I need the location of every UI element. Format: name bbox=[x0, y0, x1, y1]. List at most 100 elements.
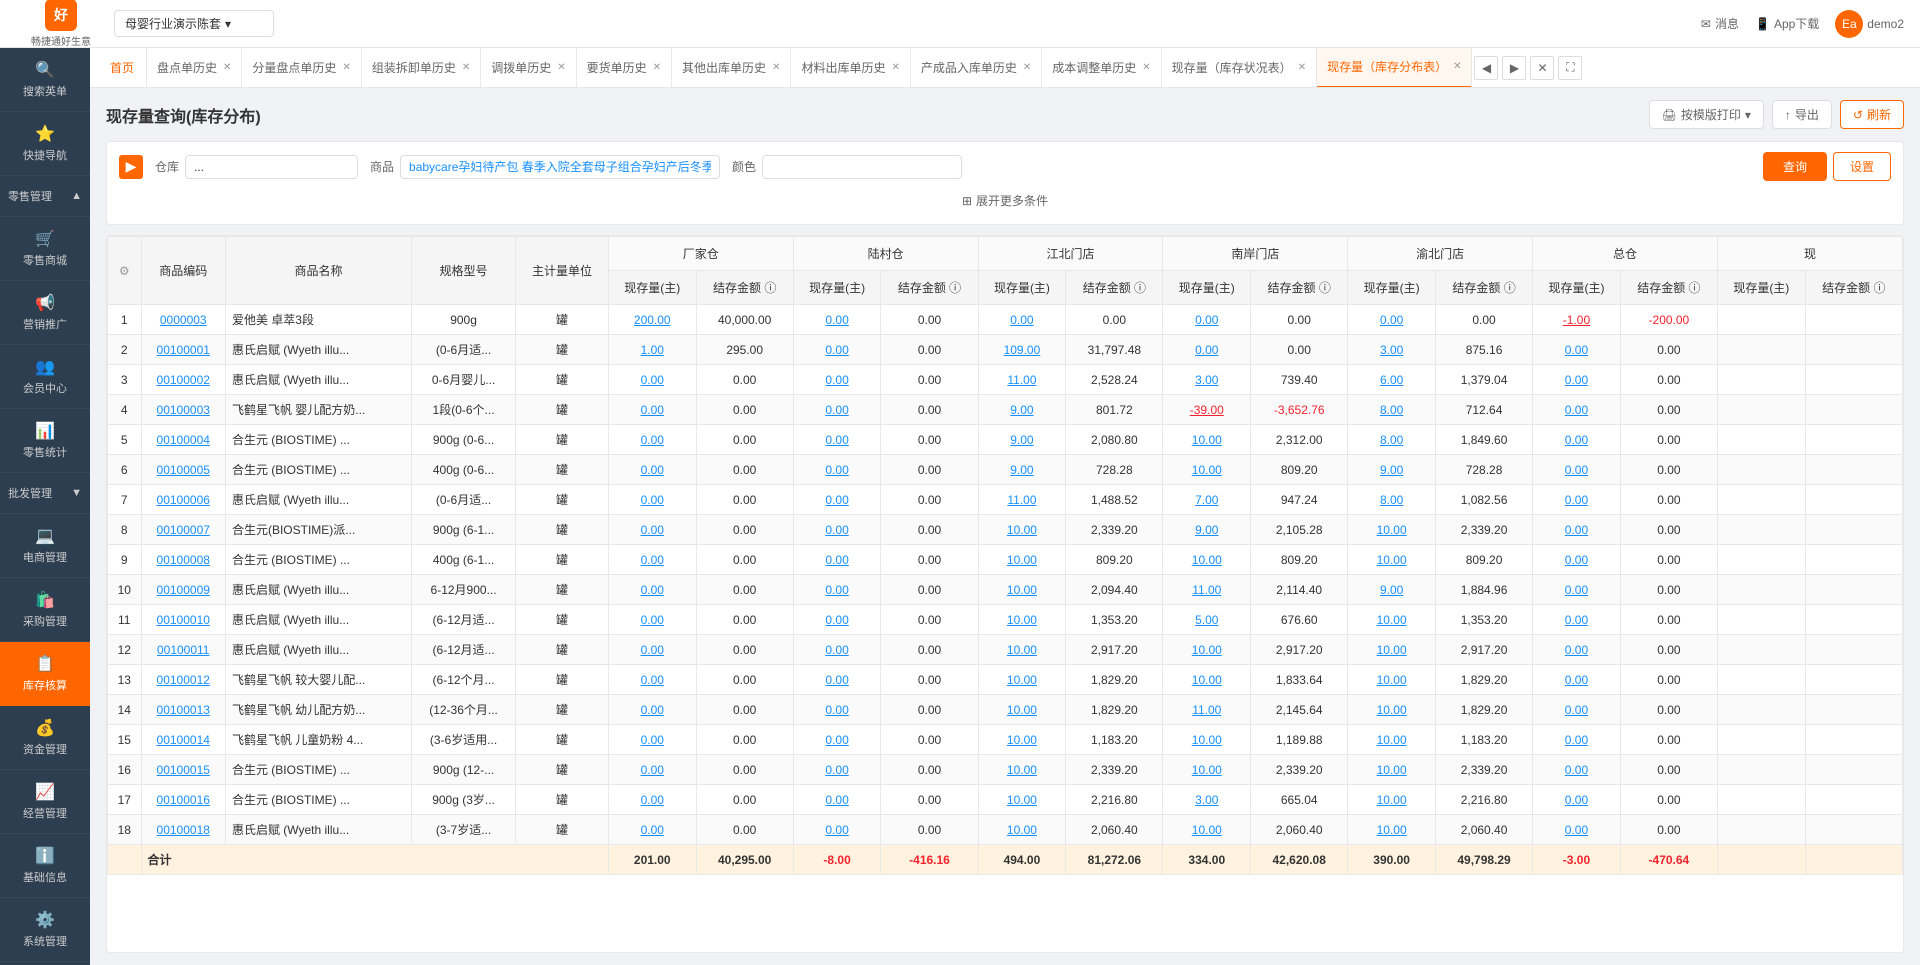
row-nanan-qty[interactable]: 9.00 bbox=[1163, 515, 1251, 545]
row-factory-qty[interactable]: 0.00 bbox=[608, 605, 696, 635]
row-code[interactable]: 00100002 bbox=[141, 365, 225, 395]
row-code[interactable]: 00100009 bbox=[141, 575, 225, 605]
row-code[interactable]: 00100013 bbox=[141, 695, 225, 725]
warehouse-input[interactable] bbox=[185, 155, 358, 179]
row-jiangbei-qty[interactable]: 10.00 bbox=[978, 575, 1066, 605]
row-jiangbei-qty[interactable]: 10.00 bbox=[978, 755, 1066, 785]
row-jiangbei-qty[interactable]: 109.00 bbox=[978, 335, 1066, 365]
row-jiangbei-qty[interactable]: 10.00 bbox=[978, 725, 1066, 755]
sidebar-item-marketing[interactable]: 📢 营销推广 bbox=[0, 281, 90, 345]
sidebar-item-member[interactable]: 👥 会员中心 bbox=[0, 345, 90, 409]
row-lucun-qty[interactable]: 0.00 bbox=[793, 335, 881, 365]
row-lucun-qty[interactable]: 0.00 bbox=[793, 305, 881, 335]
row-total-qty[interactable]: 0.00 bbox=[1533, 695, 1621, 725]
tab-stock-status[interactable]: 现存量（库存状况表） ✕ bbox=[1162, 48, 1317, 88]
tab-next-btn[interactable]: ▶ bbox=[1502, 56, 1526, 80]
tab-inventory-check[interactable]: 盘点单历史 ✕ bbox=[147, 48, 242, 88]
setting-btn[interactable]: 设置 bbox=[1833, 152, 1891, 181]
row-lucun-qty[interactable]: 0.00 bbox=[793, 635, 881, 665]
tab-expand-btn[interactable]: ⛶ bbox=[1558, 56, 1582, 80]
row-jiangbei-qty[interactable]: 10.00 bbox=[978, 545, 1066, 575]
row-code[interactable]: 0000003 bbox=[141, 305, 225, 335]
row-total-qty[interactable]: 0.00 bbox=[1533, 725, 1621, 755]
row-jiangbei-qty[interactable]: 10.00 bbox=[978, 815, 1066, 845]
row-factory-qty[interactable]: 1.00 bbox=[608, 335, 696, 365]
more-conditions[interactable]: ⊞ 展开更多条件 bbox=[119, 187, 1891, 214]
row-lucun-qty[interactable]: 0.00 bbox=[793, 605, 881, 635]
message-btn[interactable]: ✉ 消息 bbox=[1701, 15, 1739, 32]
row-yubei-qty[interactable]: 8.00 bbox=[1348, 425, 1436, 455]
row-nanan-qty[interactable]: 10.00 bbox=[1163, 815, 1251, 845]
sidebar-item-inventory[interactable]: 📋 库存核算 bbox=[0, 642, 90, 706]
row-factory-qty[interactable]: 0.00 bbox=[608, 755, 696, 785]
row-yubei-qty[interactable]: 10.00 bbox=[1348, 695, 1436, 725]
tab-finished-in[interactable]: 产成品入库单历史 ✕ bbox=[911, 48, 1042, 88]
sidebar-item-purchase[interactable]: 🛍️ 采购管理 bbox=[0, 578, 90, 642]
filter-toggle-btn[interactable]: ▶ bbox=[119, 155, 143, 179]
row-total-qty[interactable]: 0.00 bbox=[1533, 515, 1621, 545]
row-code[interactable]: 00100006 bbox=[141, 485, 225, 515]
row-lucun-qty[interactable]: 0.00 bbox=[793, 425, 881, 455]
row-factory-qty[interactable]: 0.00 bbox=[608, 455, 696, 485]
row-jiangbei-qty[interactable]: 0.00 bbox=[978, 305, 1066, 335]
row-yubei-qty[interactable]: 8.00 bbox=[1348, 485, 1436, 515]
row-jiangbei-qty[interactable]: 11.00 bbox=[978, 365, 1066, 395]
row-factory-qty[interactable]: 0.00 bbox=[608, 665, 696, 695]
row-factory-qty[interactable]: 0.00 bbox=[608, 785, 696, 815]
close-icon-4[interactable]: ✕ bbox=[653, 62, 661, 73]
row-yubei-qty[interactable]: 10.00 bbox=[1348, 755, 1436, 785]
row-yubei-qty[interactable]: 10.00 bbox=[1348, 545, 1436, 575]
row-jiangbei-qty[interactable]: 9.00 bbox=[978, 425, 1066, 455]
row-lucun-qty[interactable]: 0.00 bbox=[793, 815, 881, 845]
app-download-btn[interactable]: 📱 App下载 bbox=[1755, 15, 1819, 32]
row-yubei-qty[interactable]: 9.00 bbox=[1348, 575, 1436, 605]
row-lucun-qty[interactable]: 0.00 bbox=[793, 545, 881, 575]
row-factory-qty[interactable]: 0.00 bbox=[608, 425, 696, 455]
row-code[interactable]: 00100004 bbox=[141, 425, 225, 455]
row-total-qty[interactable]: 0.00 bbox=[1533, 455, 1621, 485]
row-nanan-qty[interactable]: 3.00 bbox=[1163, 785, 1251, 815]
close-icon-1[interactable]: ✕ bbox=[342, 62, 350, 73]
row-nanan-qty[interactable]: 11.00 bbox=[1163, 695, 1251, 725]
row-yubei-qty[interactable]: 10.00 bbox=[1348, 815, 1436, 845]
row-yubei-qty[interactable]: 10.00 bbox=[1348, 635, 1436, 665]
row-total-qty[interactable]: 0.00 bbox=[1533, 395, 1621, 425]
sidebar-item-wholesale[interactable]: 批发管理 ▼ bbox=[0, 473, 90, 514]
row-yubei-qty[interactable]: 0.00 bbox=[1348, 305, 1436, 335]
row-total-qty[interactable]: 0.00 bbox=[1533, 335, 1621, 365]
row-nanan-qty[interactable]: 10.00 bbox=[1163, 725, 1251, 755]
tab-other-out[interactable]: 其他出库单历史 ✕ bbox=[672, 48, 791, 88]
tab-transfer[interactable]: 调拨单历史 ✕ bbox=[481, 48, 576, 88]
row-factory-qty[interactable]: 0.00 bbox=[608, 545, 696, 575]
row-factory-qty[interactable]: 0.00 bbox=[608, 635, 696, 665]
row-lucun-qty[interactable]: 0.00 bbox=[793, 725, 881, 755]
user-area[interactable]: Ea demo2 bbox=[1835, 10, 1904, 38]
row-lucun-qty[interactable]: 0.00 bbox=[793, 395, 881, 425]
close-icon-6[interactable]: ✕ bbox=[891, 62, 899, 73]
row-code[interactable]: 00100008 bbox=[141, 545, 225, 575]
row-jiangbei-qty[interactable]: 10.00 bbox=[978, 665, 1066, 695]
row-nanan-qty[interactable]: 0.00 bbox=[1163, 335, 1251, 365]
row-code[interactable]: 00100010 bbox=[141, 605, 225, 635]
store-selector[interactable]: 母婴行业演示陈套 ▾ bbox=[114, 10, 274, 37]
row-yubei-qty[interactable]: 10.00 bbox=[1348, 665, 1436, 695]
sidebar-item-retail-stats[interactable]: 📊 零售统计 bbox=[0, 409, 90, 473]
row-factory-qty[interactable]: 0.00 bbox=[608, 365, 696, 395]
row-lucun-qty[interactable]: 0.00 bbox=[793, 485, 881, 515]
row-jiangbei-qty[interactable]: 9.00 bbox=[978, 455, 1066, 485]
row-nanan-qty[interactable]: 10.00 bbox=[1163, 665, 1251, 695]
row-code[interactable]: 00100018 bbox=[141, 815, 225, 845]
sidebar-item-retail-mgmt[interactable]: 零售管理 ▲ bbox=[0, 176, 90, 217]
row-nanan-qty[interactable]: 10.00 bbox=[1163, 635, 1251, 665]
tab-stock-dist[interactable]: 现存量（库存分布表） ✕ bbox=[1317, 48, 1472, 88]
tab-assemble[interactable]: 组装拆卸单历史 ✕ bbox=[362, 48, 481, 88]
tab-prev-btn[interactable]: ◀ bbox=[1474, 56, 1498, 80]
close-icon-8[interactable]: ✕ bbox=[1142, 62, 1150, 73]
row-lucun-qty[interactable]: 0.00 bbox=[793, 755, 881, 785]
close-icon-10[interactable]: ✕ bbox=[1453, 61, 1461, 72]
row-yubei-qty[interactable]: 10.00 bbox=[1348, 785, 1436, 815]
row-total-qty[interactable]: 0.00 bbox=[1533, 425, 1621, 455]
sidebar-item-retail-mall[interactable]: 🛒 零售商城 bbox=[0, 217, 90, 281]
row-total-qty[interactable]: 0.00 bbox=[1533, 485, 1621, 515]
sidebar-item-system[interactable]: ⚙️ 系统管理 bbox=[0, 898, 90, 962]
